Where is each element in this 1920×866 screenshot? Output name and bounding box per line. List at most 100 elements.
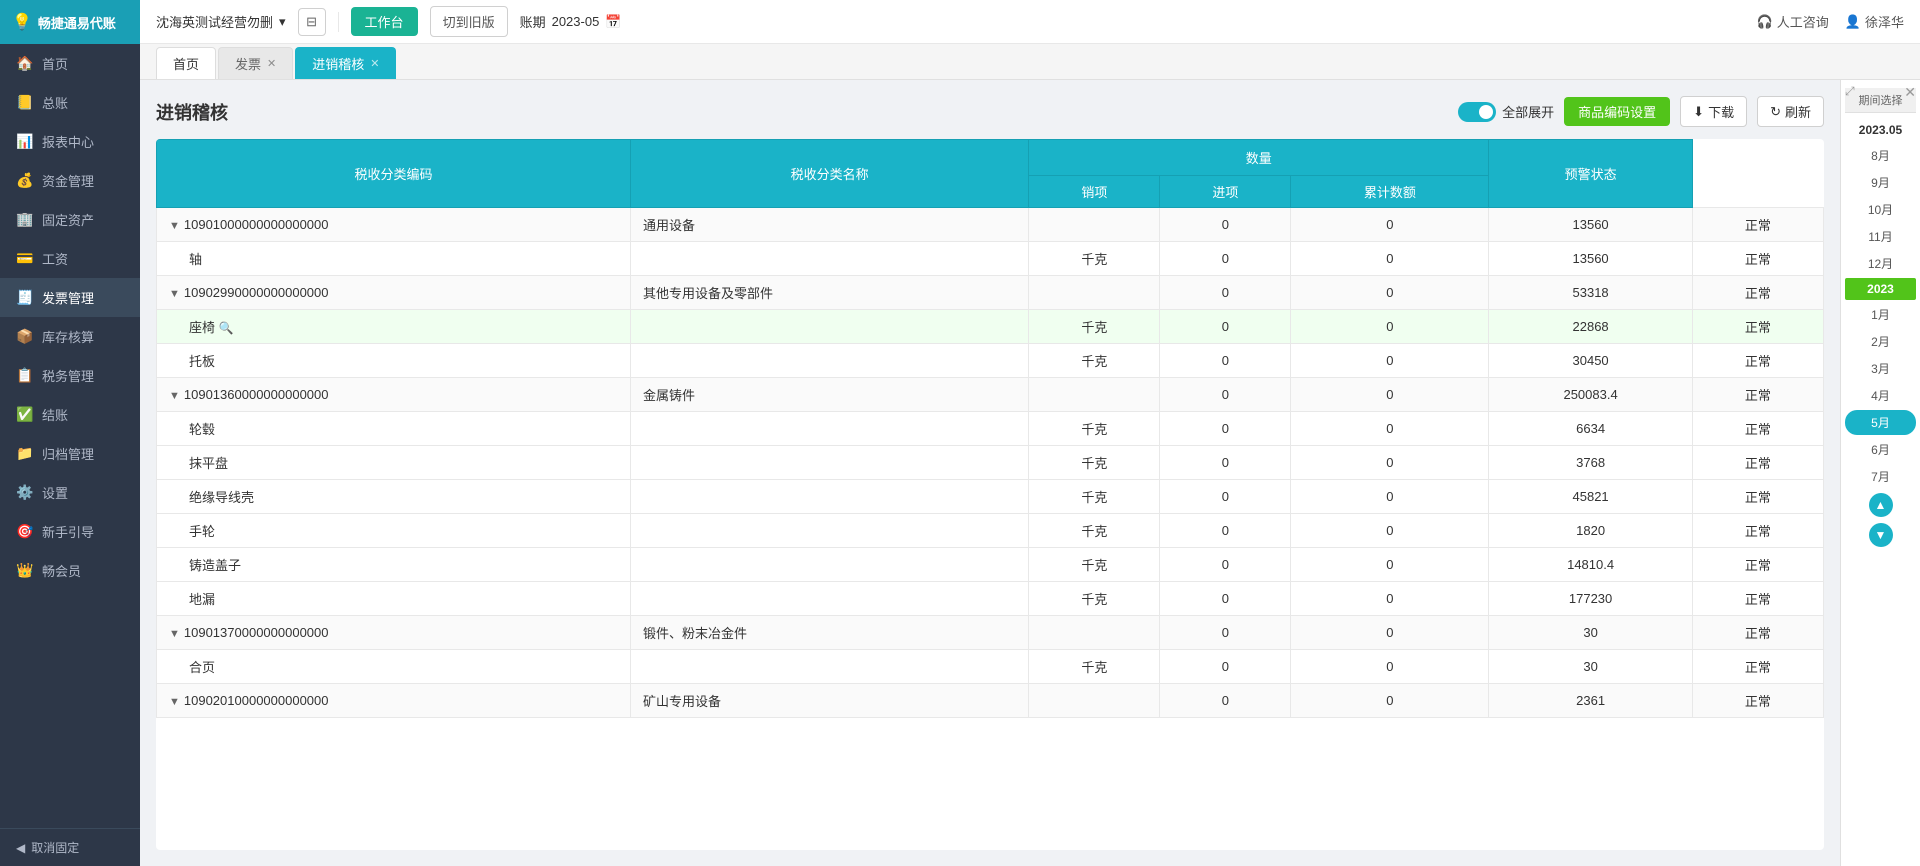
month-4[interactable]: 4月 <box>1845 383 1916 408</box>
sidebar-unpin[interactable]: ◀ 取消固定 <box>0 828 140 866</box>
search-icon[interactable]: 🔍 <box>219 321 234 335</box>
sidebar-item-label: 工资 <box>42 249 68 268</box>
tab-invoice[interactable]: 发票 ✕ <box>218 47 293 79</box>
assets-icon: 🏢 <box>16 211 34 228</box>
name-cell: 矿山专用设备 <box>631 684 1029 718</box>
unit-cell: 千克 <box>1029 242 1160 276</box>
page-header: 进销稽核 全部展开 商品编码设置 ⬇ 下载 ↻ 刷新 <box>156 96 1824 127</box>
collapse-icon[interactable]: ▼ <box>169 220 180 232</box>
user-name: 徐泽华 <box>1865 12 1904 31</box>
month-12[interactable]: 12月 <box>1845 251 1916 276</box>
workbench-button[interactable]: 工作台 <box>351 7 418 36</box>
code-cell: 座椅 🔍 <box>157 310 631 344</box>
sidebar-item-funds[interactable]: 💰 资金管理 <box>0 161 140 200</box>
page-actions: 全部展开 商品编码设置 ⬇ 下载 ↻ 刷新 <box>1458 96 1824 127</box>
collapse-icon[interactable]: ▼ <box>169 288 180 300</box>
expand-panel-icon[interactable]: ⤢ <box>1845 84 1855 99</box>
sidebar-item-label: 库存核算 <box>42 327 94 346</box>
sales-cell: 0 <box>1160 582 1291 616</box>
sales-cell: 0 <box>1160 480 1291 514</box>
sales-cell: 0 <box>1160 446 1291 480</box>
old-version-button[interactable]: 切到旧版 <box>430 6 508 37</box>
month-6[interactable]: 6月 <box>1845 437 1916 462</box>
panel-scroll-down-icon[interactable]: ▼ <box>1869 523 1893 547</box>
company-name: 沈海英测试经营勿删 <box>156 12 273 31</box>
month-1[interactable]: 1月 <box>1845 302 1916 327</box>
sales-cell: 0 <box>1160 242 1291 276</box>
month-2[interactable]: 2月 <box>1845 329 1916 354</box>
table-row: ▼10902990000000000000 其他专用设备及零部件 0 0 533… <box>157 276 1824 310</box>
tab-home[interactable]: 首页 <box>156 47 216 79</box>
sidebar-item-label: 新手引导 <box>42 522 94 541</box>
collapse-icon[interactable]: ▼ <box>169 390 180 402</box>
headset-icon: 🎧 <box>1757 14 1773 30</box>
toggle-label: 全部展开 <box>1502 102 1554 121</box>
toggle-all: 全部展开 <box>1458 102 1554 122</box>
sidebar-item-reports[interactable]: 📊 报表中心 <box>0 122 140 161</box>
download-button[interactable]: ⬇ 下载 <box>1680 96 1747 127</box>
code-cell: ▼10901000000000000000 <box>157 208 631 242</box>
table-row: ▼10901000000000000000 通用设备 0 0 13560 正常 <box>157 208 1824 242</box>
sidebar-item-settlement[interactable]: ✅ 结账 <box>0 395 140 434</box>
close-panel-icon[interactable]: ✕ <box>1904 84 1916 101</box>
month-3[interactable]: 3月 <box>1845 356 1916 381</box>
month-11[interactable]: 11月 <box>1845 224 1916 249</box>
sidebar-item-archive[interactable]: 📁 归档管理 <box>0 434 140 473</box>
table-row: 座椅 🔍 千克 0 0 22868 正常 <box>157 310 1824 344</box>
sidebar-item-tax[interactable]: 📋 税务管理 <box>0 356 140 395</box>
company-selector[interactable]: 沈海英测试经营勿删 ▾ <box>156 12 286 31</box>
collapse-icon[interactable]: ▼ <box>169 628 180 640</box>
total-cell: 45821 <box>1489 480 1693 514</box>
sales-cell: 0 <box>1160 650 1291 684</box>
reports-icon: 📊 <box>16 133 34 150</box>
sidebar-item-label: 总账 <box>42 93 68 112</box>
purchase-cell: 0 <box>1291 616 1489 650</box>
sidebar-item-settings[interactable]: ⚙️ 设置 <box>0 473 140 512</box>
month-8[interactable]: 8月 <box>1845 143 1916 168</box>
unit-cell: 千克 <box>1029 310 1160 344</box>
month-5[interactable]: 5月 <box>1845 410 1916 435</box>
month-10[interactable]: 10月 <box>1845 197 1916 222</box>
code-cell: 绝缘导线壳 <box>157 480 631 514</box>
refresh-button[interactable]: ↻ 刷新 <box>1757 96 1824 127</box>
sidebar-item-payroll[interactable]: 💳 工资 <box>0 239 140 278</box>
toggle-switch[interactable] <box>1458 102 1496 122</box>
tab-reconcile[interactable]: 进销稽核 ✕ <box>295 47 396 79</box>
code-cell: 托板 <box>157 344 631 378</box>
sidebar-item-invoice[interactable]: 🧾 发票管理 <box>0 278 140 317</box>
tab-reconcile-close-icon[interactable]: ✕ <box>370 57 379 70</box>
total-cell: 1820 <box>1489 514 1693 548</box>
purchase-cell: 0 <box>1291 344 1489 378</box>
unpin-icon: ◀ <box>16 841 25 855</box>
name-cell <box>631 310 1029 344</box>
sidebar-item-ledger[interactable]: 📒 总账 <box>0 83 140 122</box>
user-service[interactable]: 🎧 人工咨询 <box>1757 12 1829 31</box>
panel-scroll-up-icon[interactable]: ▲ <box>1869 493 1893 517</box>
th-name: 税收分类名称 <box>631 140 1029 208</box>
sidebar-item-inventory[interactable]: 📦 库存核算 <box>0 317 140 356</box>
topbar-save-icon[interactable]: ⊟ <box>298 8 326 36</box>
tab-invoice-close-icon[interactable]: ✕ <box>267 57 276 70</box>
sales-cell: 0 <box>1160 378 1291 412</box>
table-row: 铸造盖子 千克 0 0 14810.4 正常 <box>157 548 1824 582</box>
total-cell: 30450 <box>1489 344 1693 378</box>
month-9[interactable]: 9月 <box>1845 170 1916 195</box>
product-code-button[interactable]: 商品编码设置 <box>1564 97 1670 126</box>
month-7[interactable]: 7月 <box>1845 464 1916 489</box>
calendar-icon[interactable]: 📅 <box>605 14 621 30</box>
total-cell: 13560 <box>1489 242 1693 276</box>
sidebar-item-home[interactable]: 🏠 首页 <box>0 44 140 83</box>
sidebar-item-member[interactable]: 👑 畅会员 <box>0 551 140 590</box>
th-purchase: 进项 <box>1160 176 1291 208</box>
table-row: ▼10901370000000000000 锻件、粉末冶金件 0 0 30 正常 <box>157 616 1824 650</box>
status-cell: 正常 <box>1692 582 1823 616</box>
user-profile[interactable]: 👤 徐泽华 <box>1845 12 1904 31</box>
logo-icon: 💡 <box>12 12 32 32</box>
sidebar-item-assets[interactable]: 🏢 固定资产 <box>0 200 140 239</box>
sidebar-item-label: 首页 <box>42 54 68 73</box>
collapse-icon[interactable]: ▼ <box>169 696 180 708</box>
settlement-icon: ✅ <box>16 406 34 423</box>
code-cell: 抹平盘 <box>157 446 631 480</box>
sidebar-item-guide[interactable]: 🎯 新手引导 <box>0 512 140 551</box>
total-cell: 250083.4 <box>1489 378 1693 412</box>
